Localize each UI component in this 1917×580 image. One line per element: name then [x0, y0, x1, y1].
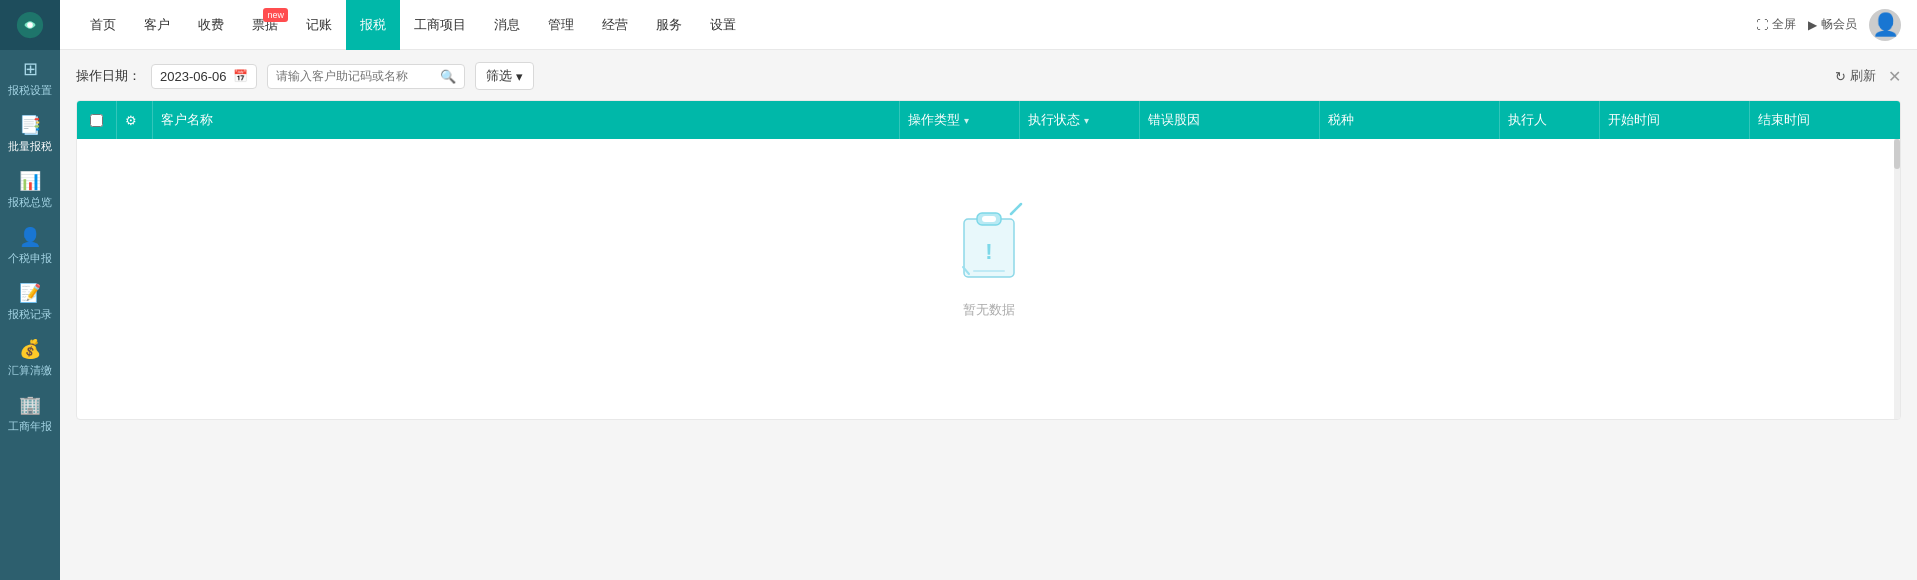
refresh-button[interactable]: ↻ 刷新 [1835, 67, 1876, 85]
empty-text: 暂无数据 [963, 301, 1015, 319]
vip-button[interactable]: ▶ 畅会员 [1808, 16, 1857, 33]
nav-settings[interactable]: 设置 [696, 0, 750, 50]
logo[interactable] [0, 0, 60, 50]
date-picker[interactable]: 2023-06-06 📅 [151, 64, 257, 89]
chevron-down-icon: ▾ [516, 69, 523, 84]
main-area: 首页 客户 收费 票据 new 记账 报税 工商项目 消息 管理 经营 服务 设… [60, 0, 1917, 580]
sidebar-item-tax-overview[interactable]: 📊 报税总览 [0, 162, 60, 218]
th-client-name: 客户名称 [153, 101, 900, 139]
nav-commerce[interactable]: 工商项目 [400, 0, 480, 50]
nav-billing[interactable]: 收费 [184, 0, 238, 50]
fullscreen-icon: ⛶ [1756, 18, 1768, 32]
calendar-icon: 📅 [233, 69, 248, 83]
fullscreen-button[interactable]: ⛶ 全屏 [1756, 16, 1796, 33]
th-settings[interactable]: ⚙ [117, 101, 153, 139]
nav-customers[interactable]: 客户 [130, 0, 184, 50]
topnav-right: ⛶ 全屏 ▶ 畅会员 👤 [1756, 9, 1901, 41]
table-header: ⚙ 客户名称 操作类型 ▾ 执行状态 ▾ 错误股因 税种 [77, 101, 1900, 139]
svg-point-1 [27, 22, 33, 28]
refresh-icon: ↻ [1835, 69, 1846, 84]
th-end-time: 结束时间 [1750, 101, 1900, 139]
personal-tax-icon: 👤 [19, 226, 41, 248]
avatar[interactable]: 👤 [1869, 9, 1901, 41]
nav-home[interactable]: 首页 [76, 0, 130, 50]
filter-button[interactable]: 筛选 ▾ [475, 62, 534, 90]
sidebar-item-tax-settings[interactable]: ⊞ 报税设置 [0, 50, 60, 106]
tax-settings-icon: ⊞ [23, 58, 38, 80]
date-value: 2023-06-06 [160, 69, 227, 84]
sidebar-item-personal-tax[interactable]: 👤 个税申报 [0, 218, 60, 274]
tax-overview-icon: 📊 [19, 170, 41, 192]
vip-icon: ▶ [1808, 18, 1817, 32]
nav-tax[interactable]: 报税 [346, 0, 400, 50]
search-input[interactable] [276, 69, 436, 83]
settings-icon: ⚙ [125, 113, 137, 128]
search-icon: 🔍 [440, 69, 456, 84]
close-button[interactable]: ✕ [1888, 67, 1901, 86]
nav-invoices[interactable]: 票据 new [238, 0, 292, 50]
content-area: 操作日期： 2023-06-06 📅 🔍 筛选 ▾ ↻ 刷新 ✕ [60, 50, 1917, 580]
search-box: 🔍 [267, 64, 465, 89]
avatar-icon: 👤 [1872, 12, 1899, 38]
top-nav: 首页 客户 收费 票据 new 记账 报税 工商项目 消息 管理 经营 服务 设… [60, 0, 1917, 50]
scroll-track[interactable] [1894, 139, 1900, 419]
nav-operations[interactable]: 经营 [588, 0, 642, 50]
nav-management[interactable]: 管理 [534, 0, 588, 50]
new-badge: new [263, 8, 288, 23]
op-type-filter-icon: ▾ [964, 115, 969, 126]
svg-rect-5 [982, 216, 996, 222]
tax-records-icon: 📝 [19, 282, 41, 304]
settlement-icon: 💰 [19, 338, 41, 360]
annual-report-icon: 🏢 [19, 394, 41, 416]
th-error-reason: 错误股因 [1140, 101, 1320, 139]
sidebar-item-batch-tax[interactable]: 📑 批量报税 [0, 106, 60, 162]
select-all-checkbox[interactable] [90, 114, 103, 127]
th-executor: 执行人 [1500, 101, 1600, 139]
nav-accounts[interactable]: 记账 [292, 0, 346, 50]
svg-line-2 [1011, 204, 1021, 214]
th-tax-type: 税种 [1320, 101, 1500, 139]
sidebar-item-settlement[interactable]: 💰 汇算清缴 [0, 330, 60, 386]
sidebar-item-annual-report[interactable]: 🏢 工商年报 [0, 386, 60, 442]
data-table: ⚙ 客户名称 操作类型 ▾ 执行状态 ▾ 错误股因 税种 [76, 100, 1901, 420]
th-exec-status[interactable]: 执行状态 ▾ [1020, 101, 1140, 139]
toolbar-right: ↻ 刷新 ✕ [1835, 67, 1901, 86]
empty-illustration: ! [949, 199, 1029, 289]
empty-state: ! 暂无数据 [77, 139, 1900, 379]
nav-messages[interactable]: 消息 [480, 0, 534, 50]
nav-services[interactable]: 服务 [642, 0, 696, 50]
exec-status-filter-icon: ▾ [1084, 115, 1089, 126]
th-start-time: 开始时间 [1600, 101, 1750, 139]
sidebar-item-tax-records[interactable]: 📝 报税记录 [0, 274, 60, 330]
date-label: 操作日期： [76, 67, 141, 85]
th-checkbox[interactable] [77, 101, 117, 139]
scroll-thumb[interactable] [1894, 139, 1900, 169]
table-body: ! 暂无数据 [77, 139, 1900, 419]
toolbar: 操作日期： 2023-06-06 📅 🔍 筛选 ▾ ↻ 刷新 ✕ [76, 62, 1901, 90]
sidebar: ⊞ 报税设置 📑 批量报税 📊 报税总览 👤 个税申报 📝 报税记录 💰 汇算清… [0, 0, 60, 580]
batch-tax-icon: 📑 [19, 114, 41, 136]
svg-text:!: ! [985, 239, 992, 264]
th-op-type[interactable]: 操作类型 ▾ [900, 101, 1020, 139]
